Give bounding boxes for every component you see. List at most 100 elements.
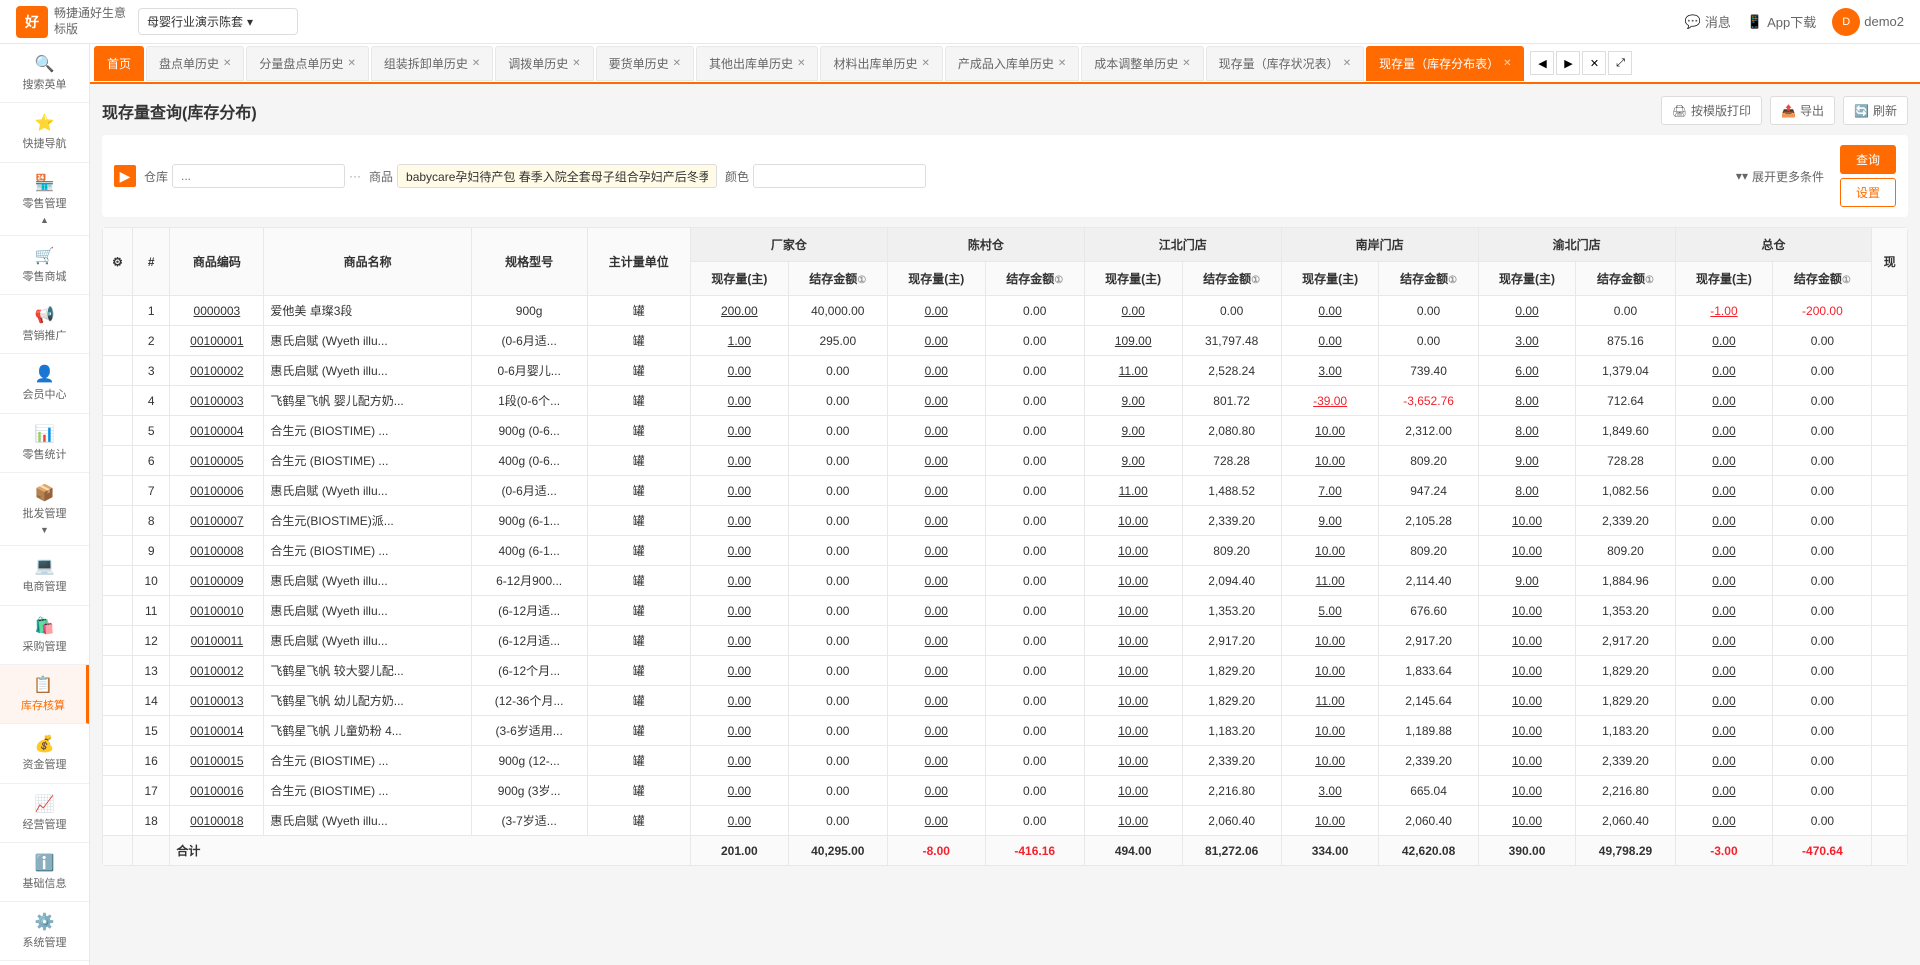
product-code-column-header: 商品编码 [170, 228, 264, 296]
sidebar-item-system[interactable]: ⚙️ 系统管理 [0, 902, 89, 961]
chen-qty-header: 现存量(主) [887, 262, 985, 296]
sidebar-item-shortcut[interactable]: ⭐ 快捷导航 [0, 103, 89, 162]
tab-next-btn[interactable]: ▶ [1556, 51, 1580, 75]
shopping-icon: 🛍️ [35, 616, 55, 636]
warehouse-jiangbei-header: 江北门店 [1084, 228, 1281, 262]
sidebar-item-search[interactable]: 🔍 搜索英单 [0, 44, 89, 103]
page-content: 现存量查询(库存分布) 🖨 按模版打印 📤 导出 🔄 刷新 [90, 84, 1920, 965]
tab-close-icon[interactable]: ✕ [1182, 58, 1190, 69]
sidebar-item-ecommerce[interactable]: 💻 电商管理 [0, 546, 89, 605]
download-icon: 📱 [1747, 14, 1763, 30]
tab-close-icon[interactable]: ✕ [797, 58, 805, 69]
table-row: 200100001惠氏启赋 (Wyeth illu...(0-6月适...罐1.… [103, 326, 1908, 356]
filter-bar: ▶ 仓库 ··· 商品 颜色 [102, 135, 1908, 217]
tab-inventory-status[interactable]: 现存量（库存状况表） ✕ [1206, 46, 1364, 81]
tab-other-outbound-history[interactable]: 其他出库单历史 ✕ [696, 46, 818, 81]
sidebar-item-retail-stats[interactable]: 📊 零售统计 [0, 414, 89, 473]
settings-column-header: ⚙ [103, 228, 133, 296]
warehouse-input[interactable] [172, 164, 345, 188]
summary-row: 合计201.0040,295.00-8.00-416.16494.0081,27… [103, 836, 1908, 866]
top-bar-right: 💬 消息 📱 App下载 D demo2 [1685, 8, 1904, 36]
sidebar-item-inventory[interactable]: 📋 库存核算 [0, 665, 89, 724]
product-input[interactable] [397, 164, 717, 188]
logo-icon: 好 [16, 6, 48, 38]
tab-close-all-btn[interactable]: ✕ [1582, 51, 1606, 75]
jiangbei-amt-header: 结存金额① [1182, 262, 1281, 296]
tab-prev-btn[interactable]: ◀ [1530, 51, 1554, 75]
tab-navigation-buttons: ◀ ▶ ✕ ⤢ [1530, 51, 1632, 75]
tab-home[interactable]: 首页 [94, 46, 144, 81]
expand-conditions-btn[interactable]: ▾▾ 展开更多条件 [1736, 168, 1824, 185]
sidebar-item-operations[interactable]: 📈 经营管理 [0, 784, 89, 843]
sidebar-item-retail-shop[interactable]: 🛒 零售商城 [0, 236, 89, 295]
sidebar-item-member[interactable]: 👤 会员中心 [0, 354, 89, 413]
tab-assembly-history[interactable]: 组装拆卸单历史 ✕ [371, 46, 493, 81]
page-header: 现存量查询(库存分布) 🖨 按模版打印 📤 导出 🔄 刷新 [102, 96, 1908, 125]
sidebar-item-retail-mgmt[interactable]: 🏪 零售管理 ▲ [0, 163, 89, 236]
logo-area: 好 畅捷通好生意 标版 [16, 6, 126, 38]
export-icon: 📤 [1781, 104, 1796, 118]
expand-icon: ▼ [40, 525, 49, 535]
table-row: 1800100018惠氏启赋 (Wyeth illu...(3-7岁适...罐0… [103, 806, 1908, 836]
table-row: 300100002惠氏启赋 (Wyeth illu...0-6月婴儿...罐0.… [103, 356, 1908, 386]
sidebar-item-basic[interactable]: ℹ️ 基础信息 [0, 843, 89, 902]
tab-cost-adjust-history[interactable]: 成本调整单历史 ✕ [1081, 46, 1203, 81]
chart-icon: 📊 [35, 424, 55, 444]
export-btn[interactable]: 📤 导出 [1770, 96, 1835, 125]
box-icon: 📦 [35, 483, 55, 503]
query-button[interactable]: 查询 [1840, 145, 1896, 174]
gear-icon: ⚙️ [35, 912, 55, 932]
warehouse-chen-header: 陈村仓 [887, 228, 1084, 262]
message-btn[interactable]: 💬 消息 [1685, 12, 1731, 31]
industry-selector[interactable]: 母婴行业演示陈套 ▾ [138, 8, 298, 35]
tab-portion-count-history[interactable]: 分量盘点单历史 ✕ [246, 46, 368, 81]
tab-finished-goods-inbound[interactable]: 产成品入库单历史 ✕ [945, 46, 1079, 81]
tab-close-icon[interactable]: ✕ [572, 58, 580, 69]
chevron-down-icon: ▾▾ [1736, 169, 1748, 183]
yubei-qty-header: 现存量(主) [1478, 262, 1576, 296]
table-row: 1000100009惠氏启赋 (Wyeth illu...6-12月900...… [103, 566, 1908, 596]
print-btn[interactable]: 🖨 按模版打印 [1661, 96, 1762, 125]
tab-material-outbound-history[interactable]: 材料出库单历史 ✕ [820, 46, 942, 81]
tab-inventory-count-history[interactable]: 盘点单历史 ✕ [146, 46, 244, 81]
tab-close-icon[interactable]: ✕ [223, 58, 231, 69]
spec-column-header: 规格型号 [471, 228, 587, 296]
sidebar-item-wholesale[interactable]: 📦 批发管理 ▼ [0, 473, 89, 546]
sidebar-item-finance[interactable]: 💰 资金管理 [0, 724, 89, 783]
tab-close-icon[interactable]: ✕ [347, 58, 355, 69]
table-row: 1100100010惠氏启赋 (Wyeth illu...(6-12月适...罐… [103, 596, 1908, 626]
megaphone-icon: 📢 [35, 305, 55, 325]
sidebar-item-marketing[interactable]: 📢 营销推广 [0, 295, 89, 354]
top-bar: 好 畅捷通好生意 标版 母婴行业演示陈套 ▾ 💬 消息 📱 App下载 D [0, 0, 1920, 44]
warehouse-dots: ··· [349, 169, 361, 183]
info-icon: ℹ️ [35, 853, 55, 873]
app-download-btn[interactable]: 📱 App下载 [1747, 12, 1816, 31]
tab-requisition-history[interactable]: 要货单历史 ✕ [596, 46, 694, 81]
computer-icon: 💻 [35, 556, 55, 576]
star-icon: ⭐ [35, 113, 55, 133]
fac-amt-header: 结存金额① [788, 262, 887, 296]
user-area[interactable]: D demo2 [1832, 8, 1904, 36]
sidebar-item-enterprise[interactable]: 🤝 企业协同 [0, 961, 89, 965]
tab-transfer-history[interactable]: 调拨单历史 ✕ [495, 46, 593, 81]
print-icon: 🖨 [1672, 104, 1687, 118]
color-input[interactable] [753, 164, 926, 188]
tab-close-icon[interactable]: ✕ [673, 58, 681, 69]
tab-fullscreen-btn[interactable]: ⤢ [1608, 51, 1632, 75]
table-row: 600100005合生元 (BIOSTIME) ...400g (0-6...罐… [103, 446, 1908, 476]
tab-inventory-distribution[interactable]: 现存量（库存分布表） ✕ [1366, 46, 1524, 81]
tab-close-icon[interactable]: ✕ [1343, 58, 1351, 69]
settings-button[interactable]: 设置 [1840, 178, 1896, 207]
sidebar-item-purchase[interactable]: 🛍️ 采购管理 [0, 606, 89, 665]
tab-close-icon[interactable]: ✕ [472, 58, 480, 69]
tab-close-icon[interactable]: ✕ [1503, 58, 1511, 69]
tab-close-icon[interactable]: ✕ [921, 58, 929, 69]
refresh-btn[interactable]: 🔄 刷新 [1843, 96, 1908, 125]
user-icon: 👤 [35, 364, 55, 384]
tab-close-icon[interactable]: ✕ [1058, 58, 1066, 69]
fac-qty-header: 现存量(主) [690, 262, 788, 296]
filter-expand-btn[interactable]: ▶ [114, 165, 136, 187]
main-layout: 🔍 搜索英单 ⭐ 快捷导航 🏪 零售管理 ▲ 🛒 零售商城 📢 营销推广 � [0, 44, 1920, 965]
message-icon: 💬 [1685, 14, 1701, 30]
table-row: 500100004合生元 (BIOSTIME) ...900g (0-6...罐… [103, 416, 1908, 446]
